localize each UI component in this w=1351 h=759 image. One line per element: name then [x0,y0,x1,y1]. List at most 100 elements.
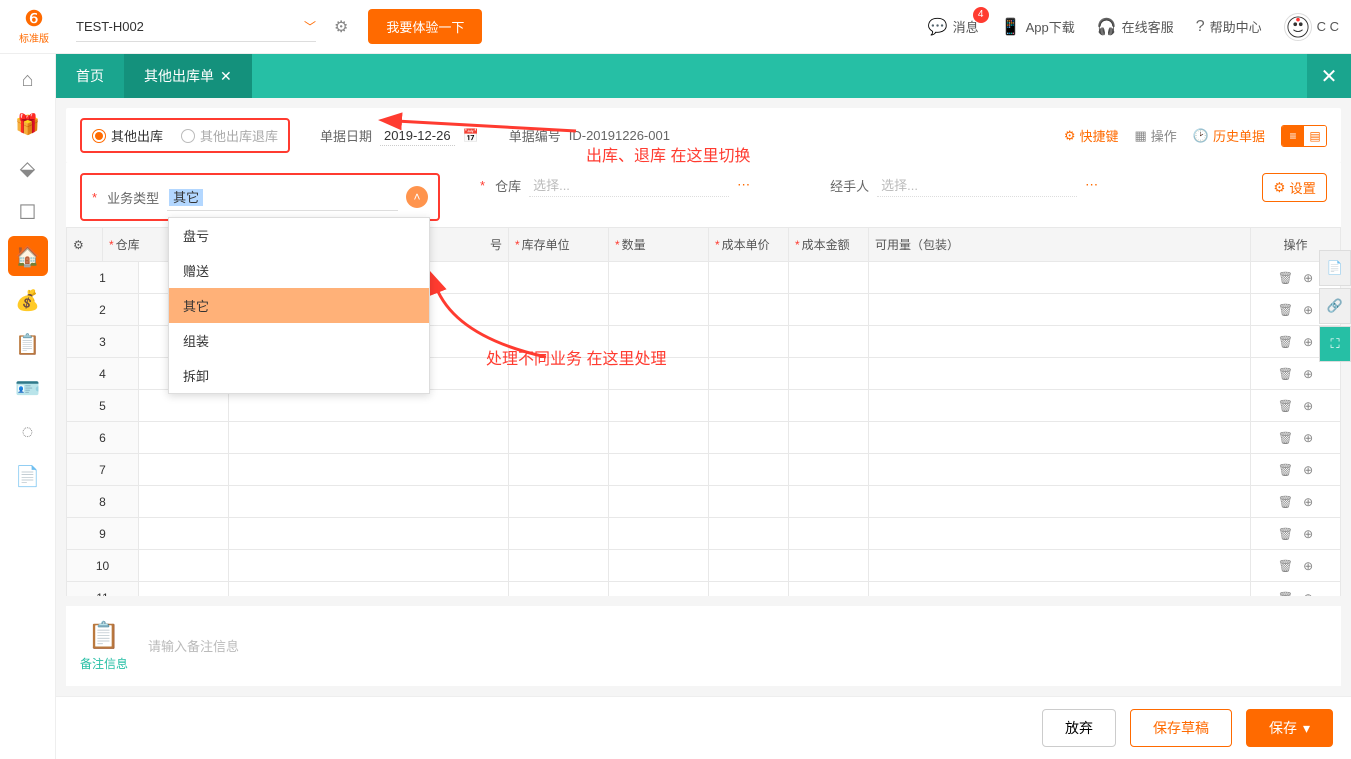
dropdown-option-2[interactable]: 其它 [169,288,429,323]
add-icon[interactable]: ⊕ [1303,591,1313,597]
tab-home[interactable]: 首页 [56,54,124,98]
add-icon[interactable]: ⊕ [1303,431,1313,445]
delete-icon[interactable]: 🗑 [1278,367,1293,381]
table-row[interactable]: 7🗑⊕ [67,454,1341,486]
biz-type-dropdown: 盘亏 赠送 其它 组装 拆卸 [168,217,430,394]
chevron-down-icon: ﹀ [304,18,316,35]
nav-house-icon[interactable]: ⬙ [8,148,48,188]
tab-current[interactable]: 其他出库单 ✕ [124,54,252,98]
help-label: 帮助中心 [1210,17,1262,36]
nav-cycle-icon[interactable]: ◌ [8,412,48,452]
user-menu[interactable]: C C [1284,13,1339,41]
messages-button[interactable]: 💬 消息 4 [928,17,979,37]
radio-return[interactable]: 其他出库退库 [181,126,278,145]
dropdown-option-4[interactable]: 拆卸 [169,358,429,393]
dropdown-option-3[interactable]: 组装 [169,323,429,358]
discard-button[interactable]: 放弃 [1042,709,1116,747]
gear-icon[interactable]: ⚙ [334,17,348,37]
col-cost-price: *成本单价 [709,228,789,262]
nav-new-icon[interactable]: 📄 [8,456,48,496]
service-button[interactable]: 🎧 在线客服 [1097,17,1174,37]
filter-row: * 业务类型 其它 ˄ 盘亏 赠送 其它 组装 拆卸 * 仓库 [66,163,1341,227]
add-icon[interactable]: ⊕ [1303,495,1313,509]
delete-icon[interactable]: 🗑 [1278,527,1293,541]
memo-section: 📋 备注信息 [66,606,1341,686]
required-mark: * [92,190,97,205]
logo: ❻ 标准版 [12,8,56,45]
delete-icon[interactable]: 🗑 [1278,271,1293,285]
nav-clipboard-icon[interactable]: 📋 [8,324,48,364]
delete-icon[interactable]: 🗑 [1278,463,1293,477]
rail-expand-icon[interactable]: ⛶ [1319,326,1351,362]
view-grid-icon[interactable]: ▤ [1304,126,1326,146]
dropdown-option-1[interactable]: 赠送 [169,253,429,288]
table-row[interactable]: 11🗑⊕ [67,582,1341,597]
more-icon[interactable]: ⋯ [737,177,750,193]
add-icon[interactable]: ⊕ [1303,271,1313,285]
toolbar-row: 其他出库 其他出库退库 单据日期 2019-12-26 📅 单据编号 [66,108,1341,163]
handler-field[interactable]: 经手人 选择... ⋯ [830,173,1098,197]
view-list-icon[interactable]: ≡ [1282,126,1304,146]
delete-icon[interactable]: 🗑 [1278,591,1293,597]
radio-outbound[interactable]: 其他出库 [92,126,163,145]
toolbar-right: ⚙快捷键 ▦操作 🕑历史单据 ≡ ▤ [1064,125,1327,147]
rail-doc-icon[interactable]: 📄 [1319,250,1351,286]
row-index: 5 [67,390,139,422]
table-row[interactable]: 6 🗑 ⊕ [67,422,1341,454]
grid-icon: ▦ [1134,128,1146,144]
biz-type-field[interactable]: * 业务类型 其它 ˄ [92,183,428,211]
table-row[interactable]: 10🗑⊕ [67,550,1341,582]
table-row[interactable]: 9🗑⊕ [67,518,1341,550]
dropdown-option-0[interactable]: 盘亏 [169,218,429,253]
nav-money-icon[interactable]: 💰 [8,280,48,320]
tabs-close-all[interactable]: ✕ [1307,54,1351,98]
delete-icon[interactable]: 🗑 [1278,399,1293,413]
delete-icon[interactable]: 🗑 [1278,495,1293,509]
save-button[interactable]: 保存 ▾ [1246,709,1333,747]
add-icon[interactable]: ⊕ [1303,335,1313,349]
config-button[interactable]: ⚙ 设置 [1262,173,1327,202]
nav-gift-icon[interactable]: 🎁 [8,104,48,144]
row-index: 6 [67,422,139,454]
nav-warehouse-icon[interactable]: 🏠 [8,236,48,276]
draft-button[interactable]: 保存草稿 [1130,709,1232,747]
add-icon[interactable]: ⊕ [1303,559,1313,573]
delete-icon[interactable]: 🗑 [1278,303,1293,317]
memo-input[interactable] [148,639,1327,654]
radio-dot-icon [92,129,106,143]
more-icon[interactable]: ⋯ [1085,177,1098,193]
org-name: TEST-H002 [76,19,144,34]
hotkey-link[interactable]: ⚙快捷键 [1064,126,1119,145]
add-icon[interactable]: ⊕ [1303,303,1313,317]
org-select[interactable]: TEST-H002 ﹀ [76,12,316,42]
add-icon[interactable]: ⊕ [1303,463,1313,477]
col-gear[interactable]: ⚙ [67,228,103,262]
delete-icon[interactable]: 🗑 [1278,335,1293,349]
chevron-up-icon[interactable]: ˄ [406,186,428,208]
rail-link-icon[interactable]: 🔗 [1319,288,1351,324]
handler-label: 经手人 [830,176,869,195]
nav-home-icon[interactable]: ⌂ [8,60,48,100]
service-label: 在线客服 [1122,17,1174,36]
add-icon[interactable]: ⊕ [1303,399,1313,413]
delete-icon[interactable]: 🗑 [1278,559,1293,573]
required-mark: * [480,178,485,193]
help-button[interactable]: ? 帮助中心 [1196,17,1262,36]
operate-link[interactable]: ▦操作 [1134,126,1176,145]
add-icon[interactable]: ⊕ [1303,367,1313,381]
history-link[interactable]: 🕑历史单据 [1193,126,1265,145]
try-button[interactable]: 我要体验一下 [368,9,482,44]
warehouse-field[interactable]: * 仓库 选择... ⋯ [480,173,750,197]
tab-home-label: 首页 [76,66,104,86]
app-download-button[interactable]: 📱 App下载 [1001,17,1075,37]
view-toggle: ≡ ▤ [1281,125,1327,147]
add-icon[interactable]: ⊕ [1303,527,1313,541]
hotkey-label: 快捷键 [1079,126,1118,145]
table-row[interactable]: 5 🗑 ⊕ [67,390,1341,422]
nav-id-icon[interactable]: 🪪 [8,368,48,408]
close-icon[interactable]: ✕ [220,68,232,85]
table-row[interactable]: 8🗑⊕ [67,486,1341,518]
phone-icon: 📱 [1001,17,1021,37]
delete-icon[interactable]: 🗑 [1278,431,1293,445]
nav-bag-icon[interactable]: ☐ [8,192,48,232]
